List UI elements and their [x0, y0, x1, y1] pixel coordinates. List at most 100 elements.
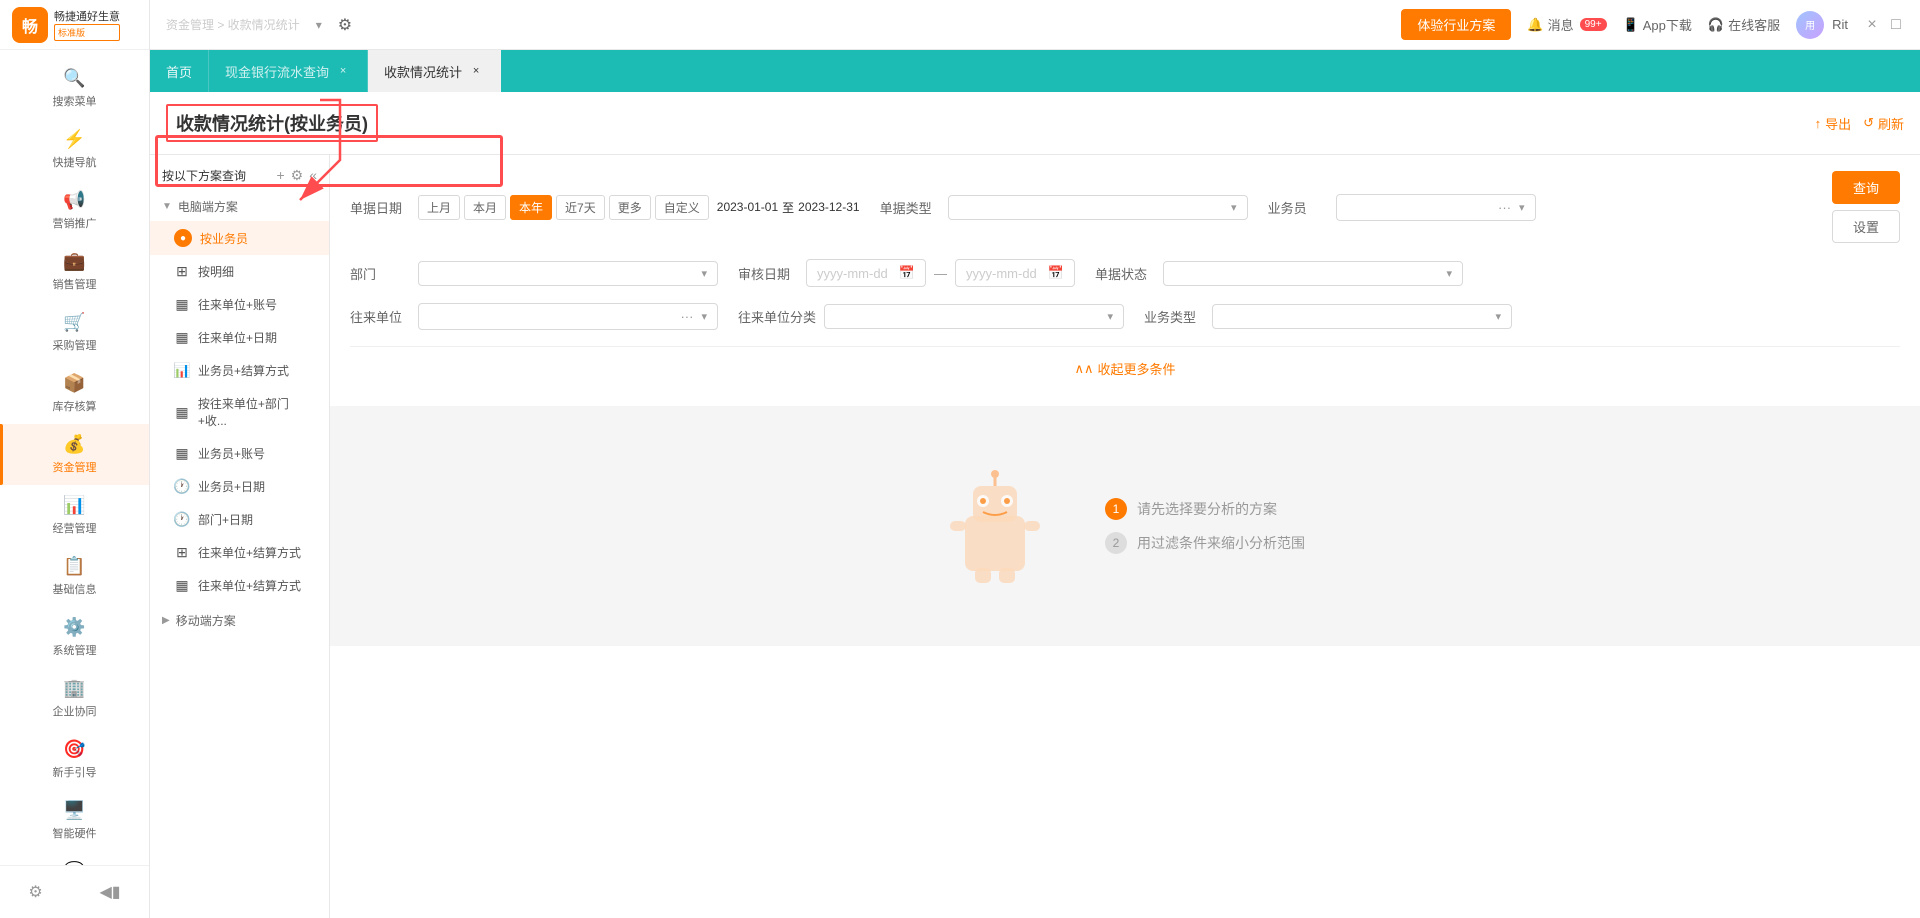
menu-item-salesperson-account[interactable]: ▦ 业务员+账号 — [150, 437, 329, 470]
menu-item-by-salesperson[interactable]: ● 按业务员 — [150, 221, 329, 255]
sidebar-item-wechat[interactable]: 💬 企业微信 — [0, 851, 149, 865]
sidebar-item-basic-info[interactable]: 📋 基础信息 — [0, 546, 149, 607]
date-btn-more[interactable]: 更多 — [609, 195, 651, 220]
search-nav-icon: 🔍 — [63, 68, 85, 89]
salesperson-select[interactable]: ··· ▾ — [1336, 194, 1536, 221]
sidebar-item-guide[interactable]: 🎯 新手引导 — [0, 729, 149, 790]
sidebar-item-operation[interactable]: 📊 经营管理 — [0, 485, 149, 546]
section-mobile[interactable]: ▶ 移动端方案 — [150, 606, 329, 635]
breadcrumb-chevron[interactable]: ▾ — [316, 18, 322, 32]
panel-collapse-btn[interactable]: « — [309, 167, 317, 184]
scheme-settings-btn[interactable]: ⚙ — [291, 167, 304, 184]
refresh-button[interactable]: ↺ 刷新 — [1863, 114, 1904, 133]
date-btn-last-month[interactable]: 上月 — [418, 195, 460, 220]
menu-item-by-detail[interactable]: ⊞ 按明细 — [150, 255, 329, 288]
audit-start-input[interactable]: yyyy-mm-dd 📅 — [806, 259, 926, 287]
dept-filter-item: 部门 ▾ — [350, 261, 718, 286]
tab-receipt-stats[interactable]: 收款情况统计 × — [368, 50, 501, 92]
menu-item-unit-account1[interactable]: ▦ 往来单位+账号 — [150, 288, 329, 321]
app-download-btn[interactable]: 📱 App下载 — [1623, 15, 1692, 34]
business-type-label: 业务类型 — [1144, 307, 1204, 326]
notification-btn[interactable]: 🔔 消息 99+ — [1527, 15, 1606, 34]
left-panel: 按以下方案查询 + ⚙ « ▼ 电脑端方案 ● — [150, 155, 330, 918]
app-download-label: App下载 — [1643, 15, 1692, 34]
audit-end-input[interactable]: yyyy-mm-dd 📅 — [955, 259, 1075, 287]
sidebar-item-finance[interactable]: 💰 资金管理 — [0, 424, 149, 485]
sidebar-item-label: 采购管理 — [53, 337, 97, 353]
sidebar-collapse-btn[interactable]: ◀▮ — [91, 878, 128, 906]
maximize-window-btn[interactable]: □ — [1888, 17, 1904, 33]
tab-home[interactable]: 首页 — [150, 50, 209, 92]
tab-bank-flow-label: 现金银行流水查询 — [225, 62, 329, 81]
sidebar-item-sales[interactable]: 💼 销售管理 — [0, 241, 149, 302]
tab-bank-flow-close[interactable]: × — [335, 63, 351, 79]
counterparty-filter-item: 往来单位 ··· ▾ — [350, 303, 718, 330]
dept-select[interactable]: ▾ — [418, 261, 718, 286]
marketing-icon: 📢 — [63, 190, 85, 211]
demo-button[interactable]: 体验行业方案 — [1401, 9, 1511, 40]
salesperson-label: 业务员 — [1268, 198, 1328, 217]
page-settings-icon[interactable]: ⚙ — [338, 15, 352, 35]
voucher-type-chevron: ▾ — [1231, 201, 1237, 214]
audit-date-filter-item: 审核日期 yyyy-mm-dd 📅 — yyyy-mm-dd — [738, 259, 1075, 287]
date-btn-7days[interactable]: 近7天 — [556, 195, 605, 220]
step2-circle: 2 — [1105, 532, 1127, 554]
voucher-status-label: 单据状态 — [1095, 264, 1155, 283]
date-filter-item: 单据日期 上月 本月 本年 近7天 更多 自定义 — [350, 195, 860, 220]
counterparty-category-chevron: ▾ — [1107, 310, 1113, 323]
menu-item-label: 业务员+结算方式 — [198, 362, 289, 379]
business-type-select[interactable]: ▾ — [1212, 304, 1512, 329]
date-btn-this-month[interactable]: 本月 — [464, 195, 506, 220]
add-scheme-btn[interactable]: + — [276, 167, 284, 184]
close-window-btn[interactable]: × — [1864, 17, 1880, 33]
robot-illustration — [945, 466, 1045, 586]
sidebar-item-enterprise[interactable]: 🏢 企业协同 — [0, 668, 149, 729]
business-type-filter-item: 业务类型 ▾ — [1144, 304, 1512, 329]
menu-item-unit-settle2[interactable]: ▦ 往来单位+结算方式 — [150, 569, 329, 602]
collapse-more-btn[interactable]: ∧∧ 收起更多条件 — [1074, 359, 1175, 378]
sidebar-item-hardware[interactable]: 🖥️ 智能硬件 — [0, 790, 149, 851]
export-button[interactable]: ↑ 导出 — [1815, 114, 1852, 133]
menu-item-label: 业务员+日期 — [198, 478, 265, 495]
menu-item-dept-date[interactable]: 🕐 部门+日期 — [150, 503, 329, 536]
date-btn-custom[interactable]: 自定义 — [655, 195, 709, 220]
voucher-type-select[interactable]: ▾ — [948, 195, 1248, 220]
hardware-icon: 🖥️ — [63, 800, 85, 821]
query-button[interactable]: 查询 — [1832, 171, 1900, 204]
panel-header-icons: + ⚙ « — [276, 167, 317, 184]
voucher-status-select[interactable]: ▾ — [1163, 261, 1463, 286]
triangle-right-icon: ▶ — [162, 615, 170, 626]
section-desktop[interactable]: ▼ 电脑端方案 — [150, 192, 329, 221]
date-range-end: 2023-12-31 — [798, 200, 859, 214]
tab-bank-flow[interactable]: 现金银行流水查询 × — [209, 50, 368, 92]
counterparty-select[interactable]: ··· ▾ — [418, 303, 718, 330]
breadcrumb: 资金管理 > 收款情况统计 — [166, 16, 300, 33]
sidebar-item-warehouse[interactable]: 📦 库存核算 — [0, 363, 149, 424]
tab-home-label: 首页 — [166, 62, 192, 81]
menu-item-unit-dept-receive[interactable]: ▦ 按往来单位+部门+收... — [150, 387, 329, 437]
date-filter: 上月 本月 本年 近7天 更多 自定义 — [418, 195, 709, 220]
sidebar-item-search[interactable]: 🔍 搜索菜单 — [0, 58, 149, 119]
quick-nav-icon: ⚡ — [63, 129, 85, 150]
sidebar-item-label: 系统管理 — [53, 642, 97, 658]
operation-icon: 📊 — [63, 495, 85, 516]
top-header: 资金管理 > 收款情况统计 ▾ ⚙ 体验行业方案 🔔 消息 99+ 📱 App下… — [150, 0, 1920, 50]
date-btn-this-year[interactable]: 本年 — [510, 195, 552, 220]
sidebar-item-purchase[interactable]: 🛒 采购管理 — [0, 302, 149, 363]
menu-item-label: 往来单位+结算方式 — [198, 577, 301, 594]
sidebar-settings-btn[interactable]: ⚙ — [20, 878, 50, 906]
online-service-btn[interactable]: 🎧 在线客服 — [1708, 15, 1780, 34]
step2-text: 用过滤条件来缩小分析范围 — [1137, 533, 1305, 553]
counterparty-category-select[interactable]: ▾ — [824, 304, 1124, 329]
sidebar-item-quick-nav[interactable]: ⚡ 快捷导航 — [0, 119, 149, 180]
menu-item-salesperson-date[interactable]: 🕐 业务员+日期 — [150, 470, 329, 503]
tab-receipt-stats-close[interactable]: × — [468, 63, 484, 79]
filter-settings-button[interactable]: 设置 — [1832, 210, 1900, 243]
sidebar-item-marketing[interactable]: 📢 营销推广 — [0, 180, 149, 241]
menu-item-unit-settle1[interactable]: ⊞ 往来单位+结算方式 — [150, 536, 329, 569]
user-area[interactable]: 用 Rit — [1796, 11, 1848, 39]
menu-item-unit-date[interactable]: ▦ 往来单位+日期 — [150, 321, 329, 354]
menu-item-salesperson-settle[interactable]: 📊 业务员+结算方式 — [150, 354, 329, 387]
sidebar-item-system[interactable]: ⚙️ 系统管理 — [0, 607, 149, 668]
menu-item-label: 往来单位+结算方式 — [198, 544, 301, 561]
